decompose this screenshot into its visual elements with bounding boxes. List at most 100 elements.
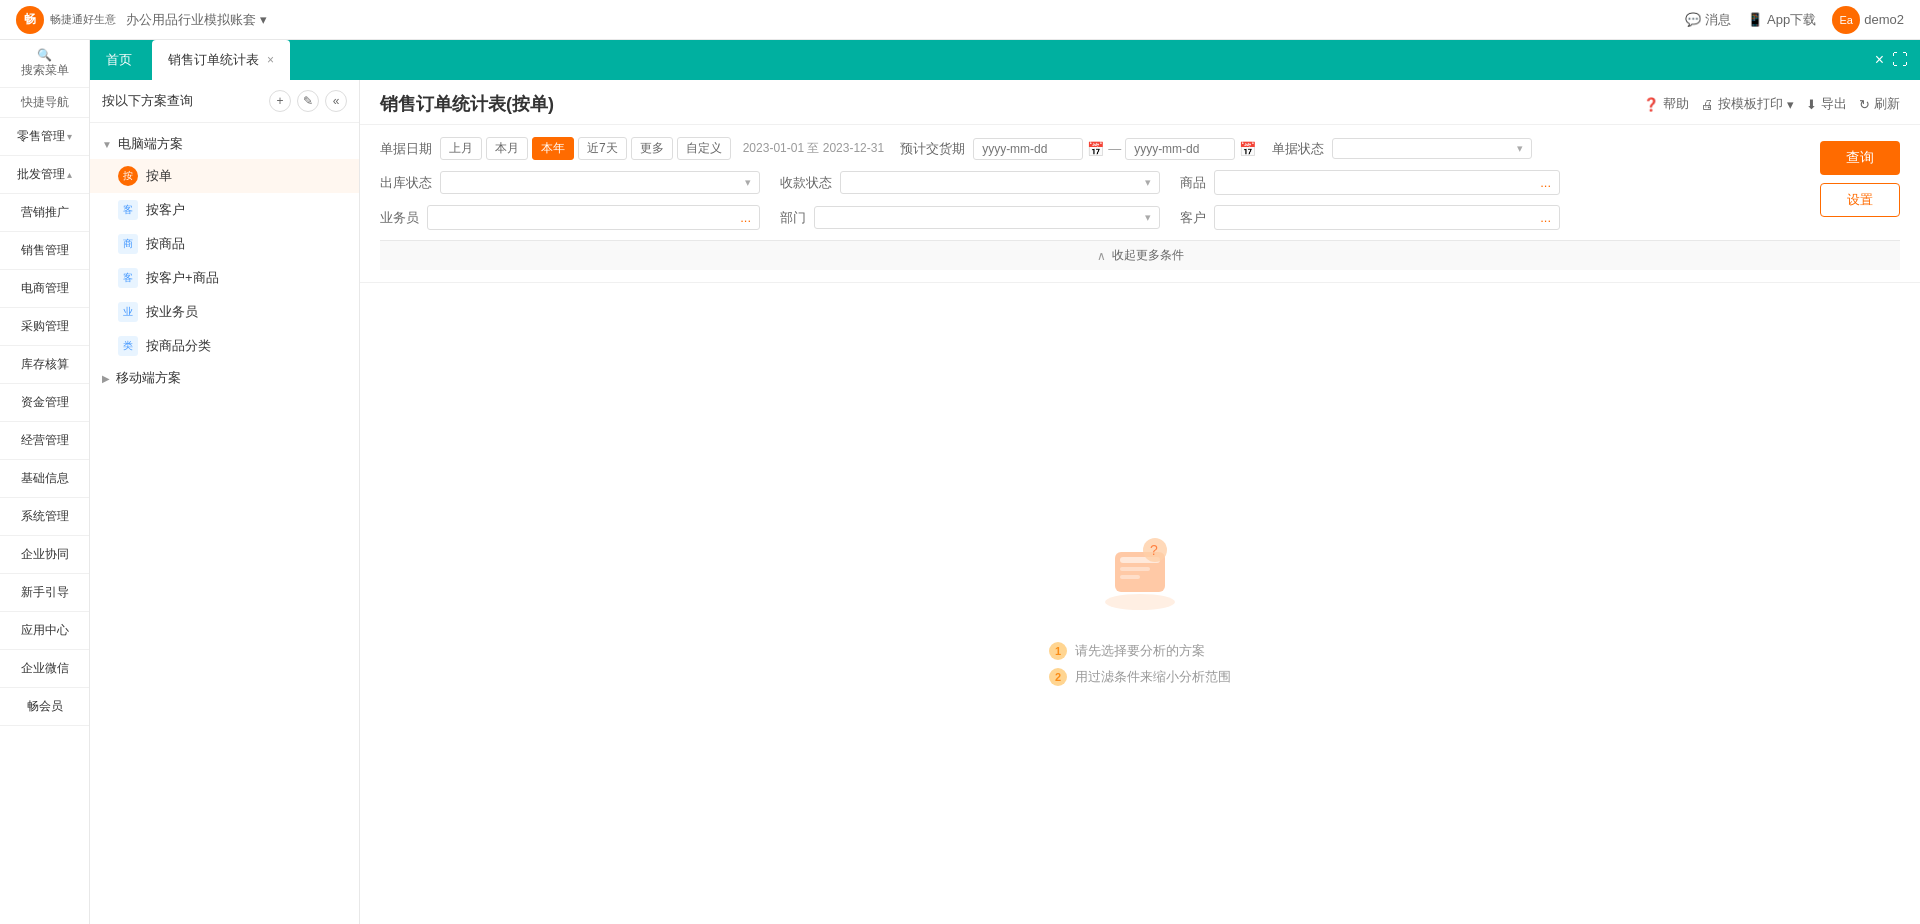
tree-child-by-order[interactable]: 按 按单 bbox=[90, 159, 359, 193]
tree-child-by-category[interactable]: 类 按商品分类 bbox=[90, 329, 359, 363]
tree-child-by-product[interactable]: 商 按商品 bbox=[90, 227, 359, 261]
retail-arrow-icon: ▾ bbox=[67, 131, 72, 142]
by-customer-product-icon: 客 bbox=[118, 268, 138, 288]
tab-home[interactable]: 首页 bbox=[90, 40, 148, 80]
date-shortcuts: 上月 本月 本年 近7天 更多 自定义 bbox=[440, 137, 731, 160]
app-selector[interactable]: 办公用品行业模拟账套 ▾ bbox=[126, 11, 267, 29]
status-select[interactable]: ▾ bbox=[1332, 138, 1532, 159]
message-button[interactable]: 💬 消息 bbox=[1685, 11, 1731, 29]
sidebar-item-member[interactable]: 畅会员 bbox=[0, 688, 89, 726]
by-order-icon: 按 bbox=[118, 166, 138, 186]
by-category-label: 按商品分类 bbox=[146, 337, 211, 355]
by-order-label: 按单 bbox=[146, 167, 172, 185]
customer-more-icon[interactable]: ... bbox=[1540, 210, 1551, 225]
product-more-icon[interactable]: ... bbox=[1540, 175, 1551, 190]
delivery-select[interactable]: ▾ bbox=[440, 171, 760, 194]
sidebar-item-appstore[interactable]: 应用中心 bbox=[0, 612, 89, 650]
user-profile[interactable]: Ea demo2 bbox=[1832, 6, 1904, 34]
left-panel: 按以下方案查询 + ✎ « ▼ 电脑端方案 按 bbox=[90, 80, 360, 924]
left-panel-actions: + ✎ « bbox=[269, 90, 347, 112]
tree-child-by-salesperson[interactable]: 业 按业务员 bbox=[90, 295, 359, 329]
action-buttons: 查询 设置 bbox=[1820, 141, 1900, 217]
payment-label: 收款状态 bbox=[780, 174, 832, 192]
help-button[interactable]: ❓ 帮助 bbox=[1643, 95, 1689, 113]
export-button[interactable]: ⬇ 导出 bbox=[1806, 95, 1847, 113]
sidebar-search[interactable]: 🔍 搜索菜单 bbox=[0, 40, 89, 88]
department-label: 部门 bbox=[780, 209, 806, 227]
sidebar-item-finance[interactable]: 资金管理 bbox=[0, 384, 89, 422]
tree-mobile-label: 移动端方案 bbox=[116, 369, 181, 387]
tip-1-text: 请先选择要分析的方案 bbox=[1075, 642, 1205, 660]
salesperson-more-icon[interactable]: ... bbox=[740, 210, 751, 225]
sidebar-quick-nav[interactable]: 快捷导航 bbox=[0, 88, 89, 118]
sidebar-item-wholesale[interactable]: 批发管理 ▴ bbox=[0, 156, 89, 194]
department-select[interactable]: ▾ bbox=[814, 206, 1160, 229]
tree-child-by-customer-product[interactable]: 客 按客户+商品 bbox=[90, 261, 359, 295]
expected-date-to[interactable] bbox=[1125, 138, 1235, 160]
sidebar-item-ecommerce[interactable]: 电商管理 bbox=[0, 270, 89, 308]
refresh-button[interactable]: ↻ 刷新 bbox=[1859, 95, 1900, 113]
active-tab-label: 销售订单统计表 bbox=[168, 51, 259, 69]
calendar-to-icon: 📅 bbox=[1239, 141, 1256, 157]
tree-mobile-arrow-icon: ▶ bbox=[102, 373, 110, 384]
customer-select[interactable]: ... bbox=[1214, 205, 1560, 230]
tab-close-icon[interactable]: × bbox=[267, 53, 274, 67]
date-btn-more[interactable]: 更多 bbox=[631, 137, 673, 160]
wholesale-arrow-icon: ▴ bbox=[67, 169, 72, 180]
by-customer-product-label: 按客户+商品 bbox=[146, 269, 219, 287]
date-btn-custom[interactable]: 自定义 bbox=[677, 137, 731, 160]
window-close-button[interactable]: × bbox=[1875, 51, 1884, 69]
filter-product: 商品 ... bbox=[1180, 170, 1560, 195]
add-scheme-button[interactable]: + bbox=[269, 90, 291, 112]
empty-state: ? 1 请先选择要分析的方案 2 用过滤条件来缩小分析范围 bbox=[360, 283, 1920, 924]
search-button[interactable]: 查询 bbox=[1820, 141, 1900, 175]
by-category-icon: 类 bbox=[118, 336, 138, 356]
sidebar-item-wechat[interactable]: 企业微信 bbox=[0, 650, 89, 688]
date-btn-this-year[interactable]: 本年 bbox=[532, 137, 574, 160]
logo-text: 畅捷通好生意 bbox=[50, 13, 116, 26]
app-arrow-icon: ▾ bbox=[260, 12, 267, 27]
print-button[interactable]: 🖨 按模板打印 ▾ bbox=[1701, 95, 1794, 113]
tree-parent-mobile[interactable]: ▶ 移动端方案 bbox=[90, 363, 359, 393]
by-product-label: 按商品 bbox=[146, 235, 185, 253]
status-label: 单据状态 bbox=[1272, 140, 1324, 158]
edit-scheme-button[interactable]: ✎ bbox=[297, 90, 319, 112]
sidebar-item-system[interactable]: 系统管理 bbox=[0, 498, 89, 536]
payment-select[interactable]: ▾ bbox=[840, 171, 1160, 194]
date-btn-this-month[interactable]: 本月 bbox=[486, 137, 528, 160]
sidebar-item-basic[interactable]: 基础信息 bbox=[0, 460, 89, 498]
settings-button[interactable]: 设置 bbox=[1820, 183, 1900, 217]
collapse-chevron-icon: ∧ bbox=[1097, 249, 1106, 263]
salesperson-select[interactable]: ... bbox=[427, 205, 760, 230]
tab-bar-right: × ⛶ bbox=[1875, 51, 1920, 69]
sidebar-item-newbie[interactable]: 新手引导 bbox=[0, 574, 89, 612]
window-expand-button[interactable]: ⛶ bbox=[1892, 51, 1908, 69]
sidebar-item-sales[interactable]: 销售管理 bbox=[0, 232, 89, 270]
sidebar-item-marketing[interactable]: 营销推广 bbox=[0, 194, 89, 232]
sidebar-item-inventory[interactable]: 库存核算 bbox=[0, 346, 89, 384]
sidebar-item-purchase[interactable]: 采购管理 bbox=[0, 308, 89, 346]
app-download-button[interactable]: 📱 App下载 bbox=[1747, 11, 1816, 29]
department-arrow-icon: ▾ bbox=[1145, 211, 1151, 224]
sidebar-item-enterprise[interactable]: 企业协同 bbox=[0, 536, 89, 574]
collapse-panel-button[interactable]: « bbox=[325, 90, 347, 112]
date-label: 单据日期 bbox=[380, 140, 432, 158]
expected-date-from[interactable] bbox=[973, 138, 1083, 160]
svg-rect-3 bbox=[1120, 567, 1150, 571]
product-select[interactable]: ... bbox=[1214, 170, 1560, 195]
by-product-icon: 商 bbox=[118, 234, 138, 254]
tree-child-by-customer[interactable]: 客 按客户 bbox=[90, 193, 359, 227]
sidebar-item-retail[interactable]: 零售管理 ▾ bbox=[0, 118, 89, 156]
tree-parent-pc[interactable]: ▼ 电脑端方案 bbox=[90, 129, 359, 159]
date-btn-7days[interactable]: 近7天 bbox=[578, 137, 627, 160]
tab-active[interactable]: 销售订单统计表 × bbox=[152, 40, 290, 80]
date-range-text: 2023-01-01 至 2023-12-31 bbox=[743, 140, 884, 157]
expected-date-input: 📅 — 📅 bbox=[973, 138, 1256, 160]
date-btn-last-month[interactable]: 上月 bbox=[440, 137, 482, 160]
filter-expected-date: 预计交货期 📅 — 📅 bbox=[900, 138, 1256, 160]
sidebar-item-management[interactable]: 经营管理 bbox=[0, 422, 89, 460]
by-customer-icon: 客 bbox=[118, 200, 138, 220]
top-bar-right: 💬 消息 📱 App下载 Ea demo2 bbox=[1685, 6, 1904, 34]
collapse-more-button[interactable]: ∧ 收起更多条件 bbox=[380, 240, 1900, 270]
avatar: Ea bbox=[1832, 6, 1860, 34]
